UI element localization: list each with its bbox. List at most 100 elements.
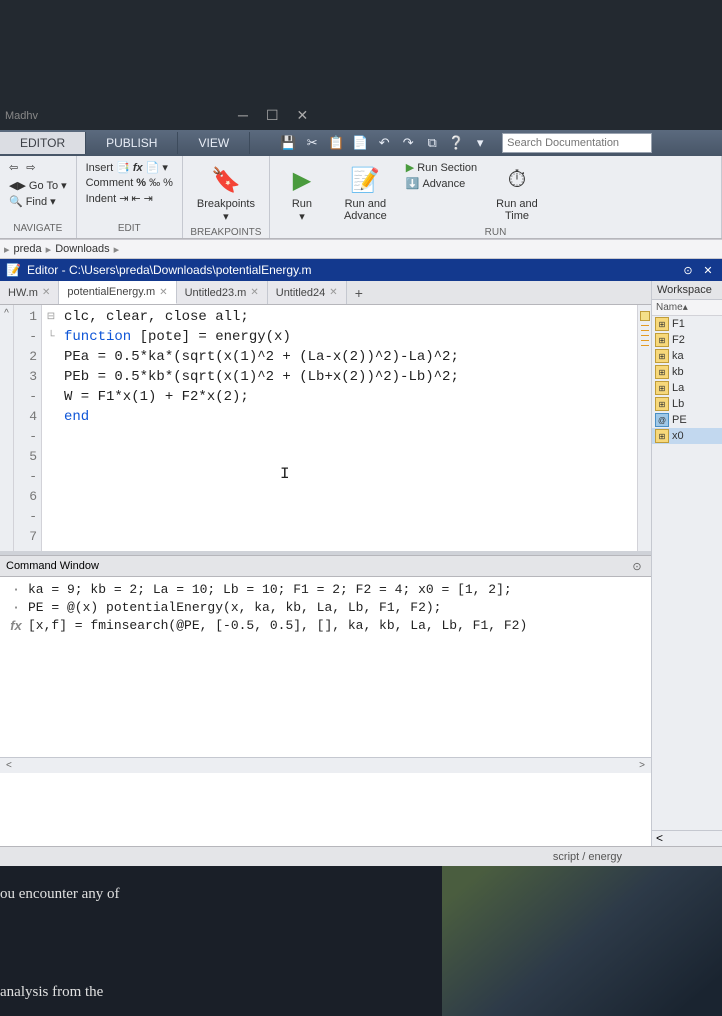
quick-access: 💾 ✂ 📋 📄 ↶ ↷ ⧉ ❔ ▾ bbox=[270, 134, 498, 152]
var-La[interactable]: ⊞La bbox=[652, 380, 722, 396]
scroll-left-icon[interactable]: < bbox=[2, 760, 16, 771]
bg-doc-text-2: analysis from the bbox=[0, 984, 103, 1001]
group-label-edit: EDIT bbox=[83, 221, 176, 234]
toolstrip-tabs: EDITOR PUBLISH VIEW 💾 ✂ 📋 📄 ↶ ↷ ⧉ ❔ ▾ bbox=[0, 130, 722, 156]
ribbon: ⇦ ⇨ ◀▶Go To ▾ 🔍Find ▾ NAVIGATE Insert 📑 … bbox=[0, 156, 722, 238]
group-label-run: RUN bbox=[276, 225, 715, 238]
run-icon: ▶ bbox=[284, 162, 320, 198]
var-ka[interactable]: ⊞ka bbox=[652, 348, 722, 364]
run-section-button[interactable]: ▶ Run Section bbox=[403, 160, 480, 175]
nav-back-icon[interactable]: ⇦ bbox=[6, 160, 21, 175]
run-advance-button[interactable]: 📝 Run and Advance bbox=[336, 160, 395, 224]
group-label-breakpoints: BREAKPOINTS bbox=[189, 225, 263, 238]
crumb-downloads[interactable]: Downloads bbox=[51, 243, 113, 255]
maximize-icon[interactable]: ☐ bbox=[266, 107, 279, 124]
main-split: HW.m✕ potentialEnergy.m✕ Untitled23.m✕ U… bbox=[0, 281, 722, 846]
var-F2[interactable]: ⊞F2 bbox=[652, 332, 722, 348]
undo-icon[interactable]: ↶ bbox=[374, 134, 394, 152]
close-tab-icon[interactable]: ✕ bbox=[250, 287, 258, 298]
indent-button[interactable]: Indent ⇥ ⇤ ⇥ bbox=[83, 191, 176, 206]
dock-icon[interactable]: ⊙ bbox=[680, 262, 696, 278]
code-markers bbox=[637, 305, 651, 551]
help-icon[interactable]: ❔ bbox=[446, 134, 466, 152]
add-tab-button[interactable]: + bbox=[347, 281, 371, 304]
fold-column[interactable]: ⊟└ bbox=[42, 305, 60, 551]
status-text: script / energy bbox=[553, 851, 622, 863]
breakpoints-button[interactable]: 🔖 Breakpoints ▾ bbox=[189, 160, 263, 225]
run-time-button[interactable]: ⏱ Run and Time bbox=[488, 160, 546, 224]
background-dark-area: Madhv ─ ☐ ✕ bbox=[0, 0, 722, 130]
os-titlebar-row: Madhv ─ ☐ ✕ bbox=[0, 100, 722, 130]
panel-close-icon[interactable]: ✕ bbox=[700, 262, 716, 278]
paste-icon[interactable]: 📄 bbox=[350, 134, 370, 152]
file-tab-untitled24[interactable]: Untitled24✕ bbox=[268, 281, 347, 304]
tab-publish[interactable]: PUBLISH bbox=[86, 132, 178, 154]
insert-file-icon[interactable]: 📄 bbox=[146, 161, 160, 174]
file-tab-potentialenergy[interactable]: potentialEnergy.m✕ bbox=[59, 281, 176, 304]
close-tab-icon[interactable]: ✕ bbox=[329, 287, 337, 298]
breakpoints-icon: 🔖 bbox=[208, 162, 244, 198]
editor-logo-icon: 📝 bbox=[6, 263, 21, 277]
insert-section-icon[interactable]: 📑 bbox=[116, 161, 130, 174]
var-Lb[interactable]: ⊞Lb bbox=[652, 396, 722, 412]
minimize-icon[interactable]: ─ bbox=[238, 107, 248, 124]
find-button[interactable]: 🔍Find ▾ bbox=[6, 194, 70, 209]
horiz-scrollbar[interactable]: < > bbox=[0, 757, 651, 773]
toolstrip: EDITOR PUBLISH VIEW 💾 ✂ 📋 📄 ↶ ↷ ⧉ ❔ ▾ bbox=[0, 130, 722, 239]
close-icon[interactable]: ✕ bbox=[297, 107, 309, 124]
save-icon[interactable]: 💾 bbox=[278, 134, 298, 152]
var-F1[interactable]: ⊞F1 bbox=[652, 316, 722, 332]
text-cursor: I bbox=[280, 465, 290, 483]
nav-fwd-icon[interactable]: ⇨ bbox=[23, 160, 38, 175]
file-tab-untitled23[interactable]: Untitled23.m✕ bbox=[177, 281, 268, 304]
fx-prompt-icon[interactable]: fx bbox=[4, 617, 28, 635]
tab-view[interactable]: VIEW bbox=[178, 132, 250, 154]
run-advance-icon: 📝 bbox=[347, 162, 383, 198]
close-tab-icon[interactable]: ✕ bbox=[42, 287, 50, 298]
crumb-preda[interactable]: preda bbox=[10, 243, 46, 255]
copy-icon[interactable]: 📋 bbox=[326, 134, 346, 152]
advance-icon: ⬇️ bbox=[406, 177, 420, 190]
workspace-panel: Workspace Name ▴ ⊞F1 ⊞F2 ⊞ka ⊞kb ⊞La ⊞Lb… bbox=[652, 281, 722, 846]
editor-titlebar: 📝 Editor - C:\Users\preda\Downloads\pote… bbox=[0, 259, 722, 281]
editor-panel: 📝 Editor - C:\Users\preda\Downloads\pote… bbox=[0, 259, 722, 866]
var-kb[interactable]: ⊞kb bbox=[652, 364, 722, 380]
code-editor[interactable]: ^ 1 -23 -4 -5 -6 -7 ⊟└ clc, clear, close… bbox=[0, 305, 651, 551]
indent-icon[interactable]: ⇥ bbox=[119, 192, 128, 205]
switch-icon[interactable]: ⧉ bbox=[422, 134, 442, 152]
command-window[interactable]: ·ka = 9; kb = 2; La = 10; Lb = 10; F1 = … bbox=[0, 577, 651, 757]
var-x0[interactable]: ⊞x0 bbox=[652, 428, 722, 444]
ribbon-navigate: ⇦ ⇨ ◀▶Go To ▾ 🔍Find ▾ NAVIGATE bbox=[0, 156, 77, 238]
breadcrumb: ▸ preda ▸ Downloads ▸ bbox=[0, 239, 722, 259]
dropdown-icon[interactable]: ▾ bbox=[470, 134, 490, 152]
window-controls-partial: ─ ☐ ✕ bbox=[238, 107, 308, 130]
ribbon-breakpoints: 🔖 Breakpoints ▾ BREAKPOINTS bbox=[183, 156, 270, 238]
redo-icon[interactable]: ↷ bbox=[398, 134, 418, 152]
var-PE[interactable]: @PE bbox=[652, 412, 722, 428]
tab-editor[interactable]: EDITOR bbox=[0, 132, 86, 154]
close-tab-icon[interactable]: ✕ bbox=[159, 287, 167, 298]
goto-button[interactable]: ◀▶Go To ▾ bbox=[6, 178, 70, 193]
caret-column: ^ bbox=[0, 305, 14, 551]
search-input[interactable] bbox=[502, 133, 652, 153]
timer-icon: ⏱ bbox=[499, 162, 535, 198]
comment-button[interactable]: Comment % ‰ % bbox=[83, 176, 176, 190]
insert-button[interactable]: Insert 📑 fx 📄 ▾ bbox=[83, 160, 176, 175]
scroll-right-icon[interactable]: > bbox=[635, 760, 649, 771]
cmd-line-2: PE = @(x) potentialEnergy(x, ka, kb, La,… bbox=[28, 599, 441, 617]
advance-button[interactable]: ⬇️ Advance bbox=[403, 176, 480, 191]
workspace-title: Workspace bbox=[652, 281, 722, 300]
run-button[interactable]: ▶ Run▾ bbox=[276, 160, 328, 225]
cmd-dock-icon[interactable]: ⊙ bbox=[629, 558, 645, 574]
cut-icon[interactable]: ✂ bbox=[302, 134, 322, 152]
workspace-scrollbar[interactable]: < bbox=[652, 830, 722, 846]
code-text[interactable]: clc, clear, close all; function [pote] =… bbox=[60, 305, 637, 551]
background-wallpaper: ou encounter any of analysis from the bbox=[0, 866, 722, 1016]
outdent-icon[interactable]: ⇤ bbox=[131, 192, 140, 205]
file-tab-hw[interactable]: HW.m✕ bbox=[0, 281, 59, 304]
group-label-navigate: NAVIGATE bbox=[6, 221, 70, 234]
workspace-header[interactable]: Name ▴ bbox=[652, 300, 722, 316]
matlab-window: EDITOR PUBLISH VIEW 💾 ✂ 📋 📄 ↶ ↷ ⧉ ❔ ▾ bbox=[0, 130, 722, 866]
bg-doc-text-1: ou encounter any of bbox=[0, 886, 120, 903]
run-section-icon: ▶ bbox=[406, 161, 414, 174]
